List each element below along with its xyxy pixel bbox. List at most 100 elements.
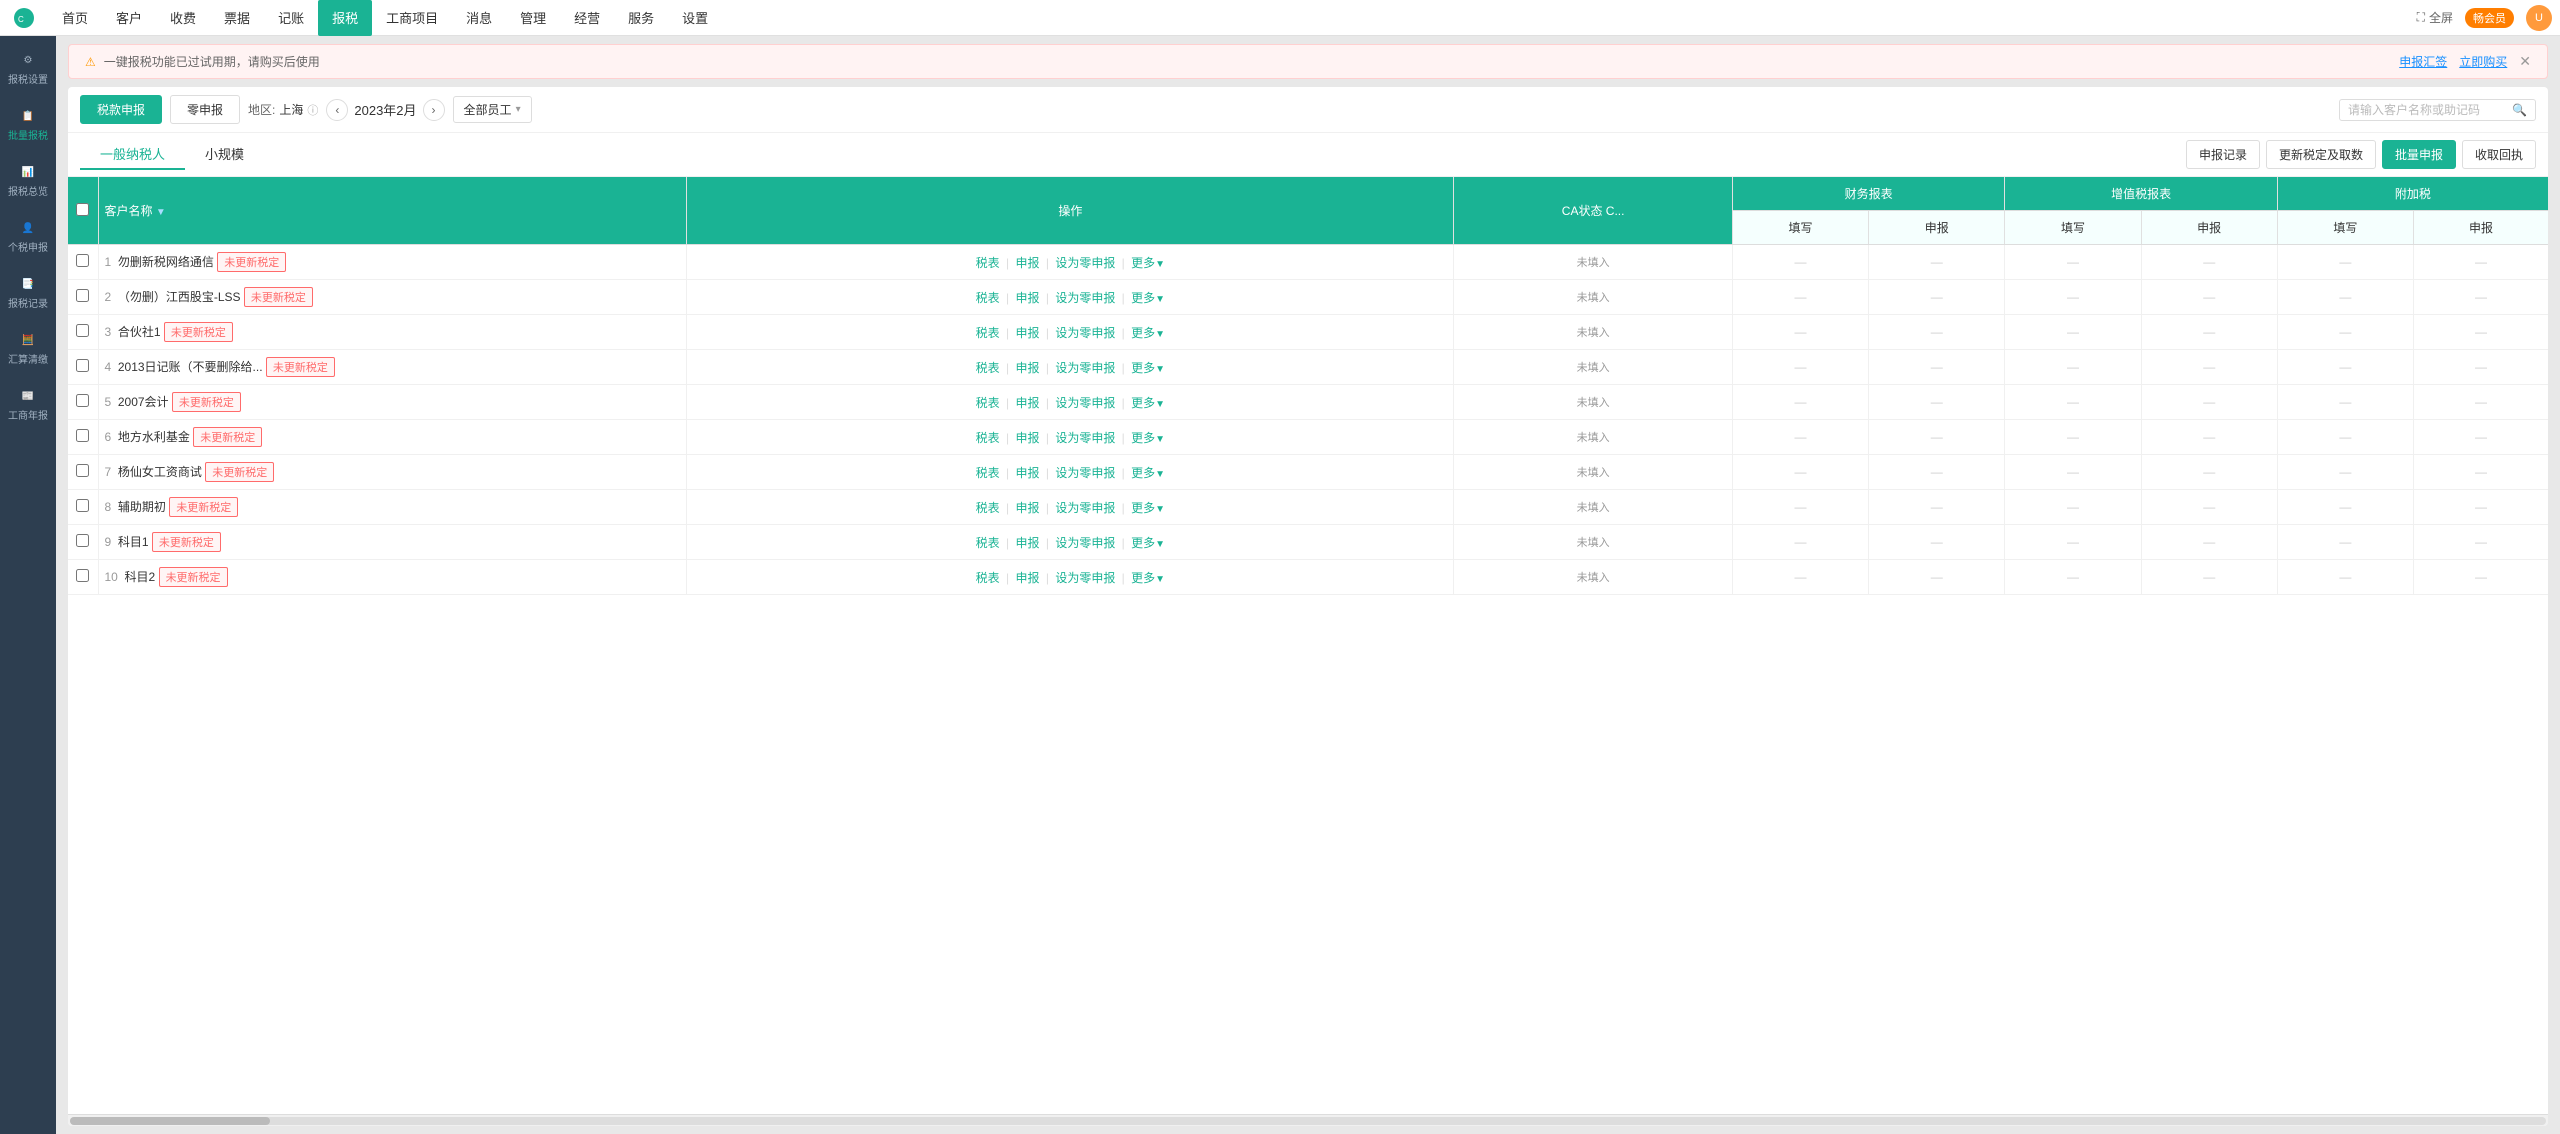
sidebar-item-personal-tax[interactable]: 👤 个税申报 xyxy=(0,208,56,264)
date-next-btn[interactable]: › xyxy=(423,99,445,121)
op-declare[interactable]: 申报 xyxy=(1015,256,1039,270)
row-checkbox[interactable] xyxy=(76,324,89,337)
op-more[interactable]: 更多▼ xyxy=(1131,501,1165,515)
op-tax-form[interactable]: 税表 xyxy=(976,361,1000,375)
op-more[interactable]: 更多▼ xyxy=(1131,361,1165,375)
tab-zero-declare[interactable]: 零申报 xyxy=(170,95,240,124)
nav-tax[interactable]: 报税 xyxy=(318,0,372,36)
fullscreen-btn[interactable]: ⛶ 全屏 xyxy=(2417,9,2453,26)
op-declare[interactable]: 申报 xyxy=(1015,361,1039,375)
op-declare[interactable]: 申报 xyxy=(1015,431,1039,445)
row-checkbox[interactable] xyxy=(76,499,89,512)
batch-declare-btn[interactable]: 批量申报 xyxy=(2382,140,2456,169)
op-declare[interactable]: 申报 xyxy=(1015,536,1039,550)
upgrade-btn[interactable]: 畅会员 xyxy=(2465,8,2514,28)
sidebar-item-calc-clear[interactable]: 🧮 汇算清缴 xyxy=(0,320,56,376)
banner-close-btn[interactable]: ✕ xyxy=(2519,53,2531,70)
sidebar-item-tax-settings[interactable]: ⚙ 报税设置 xyxy=(0,40,56,96)
op-tax-form[interactable]: 税表 xyxy=(976,431,1000,445)
op-tax-form[interactable]: 税表 xyxy=(976,571,1000,585)
row-checkbox[interactable] xyxy=(76,289,89,302)
sidebar-batch-tax-label: 批量报税 xyxy=(8,131,48,143)
collect-receipt-btn[interactable]: 收取回执 xyxy=(2462,140,2536,169)
nav-message[interactable]: 消息 xyxy=(452,0,506,36)
op-declare[interactable]: 申报 xyxy=(1015,501,1039,515)
banner-link-buy[interactable]: 立即购买 xyxy=(2459,53,2507,70)
tab-general-taxpayer[interactable]: 一般纳税人 xyxy=(80,139,185,170)
operation-cell: 税表 | 申报 | 设为零申报 | 更多▼ xyxy=(687,315,1454,350)
search-icon[interactable]: 🔍 xyxy=(2512,103,2527,117)
sort-icon[interactable]: ▼ xyxy=(156,207,166,218)
nav-client[interactable]: 客户 xyxy=(102,0,156,36)
update-tax-btn[interactable]: 更新税定及取数 xyxy=(2266,140,2376,169)
nav-settings[interactable]: 设置 xyxy=(668,0,722,36)
nav-bookkeeping[interactable]: 记账 xyxy=(264,0,318,36)
op-tax-form[interactable]: 税表 xyxy=(976,291,1000,305)
search-input[interactable] xyxy=(2348,103,2508,117)
op-tax-form[interactable]: 税表 xyxy=(976,501,1000,515)
user-avatar[interactable]: U xyxy=(2526,5,2552,31)
select-all-checkbox[interactable] xyxy=(76,203,89,216)
op-declare[interactable]: 申报 xyxy=(1015,326,1039,340)
sidebar-item-tax-records[interactable]: 📑 报税记录 xyxy=(0,264,56,320)
nav-manage[interactable]: 管理 xyxy=(506,0,560,36)
row-checkbox[interactable] xyxy=(76,359,89,372)
op-tax-form[interactable]: 税表 xyxy=(976,396,1000,410)
op-set-zero[interactable]: 设为零申报 xyxy=(1055,466,1115,480)
op-set-zero[interactable]: 设为零申报 xyxy=(1055,291,1115,305)
nav-biz-project[interactable]: 工商项目 xyxy=(372,0,452,36)
nav-service[interactable]: 服务 xyxy=(614,0,668,36)
op-more[interactable]: 更多▼ xyxy=(1131,396,1165,410)
nav-operations[interactable]: 经营 xyxy=(560,0,614,36)
op-more[interactable]: 更多▼ xyxy=(1131,326,1165,340)
horizontal-scrollbar[interactable] xyxy=(68,1114,2548,1126)
op-declare[interactable]: 申报 xyxy=(1015,291,1039,305)
operation-header: 操作 xyxy=(687,177,1454,245)
op-declare[interactable]: 申报 xyxy=(1015,396,1039,410)
banner-link-declare[interactable]: 申报汇签 xyxy=(2399,53,2447,70)
declare-records-btn[interactable]: 申报记录 xyxy=(2186,140,2260,169)
row-checkbox[interactable] xyxy=(76,464,89,477)
op-more[interactable]: 更多▼ xyxy=(1131,571,1165,585)
sidebar-item-tax-overview[interactable]: 📊 报税总览 xyxy=(0,152,56,208)
row-checkbox[interactable] xyxy=(76,569,89,582)
scroll-thumb[interactable] xyxy=(70,1117,270,1125)
tax-fill-cell: — xyxy=(2005,385,2141,420)
op-tax-form[interactable]: 税表 xyxy=(976,256,1000,270)
op-set-zero[interactable]: 设为零申报 xyxy=(1055,536,1115,550)
biz-annual-icon: 📰 xyxy=(17,386,39,408)
op-more[interactable]: 更多▼ xyxy=(1131,466,1165,480)
op-tax-form[interactable]: 税表 xyxy=(976,536,1000,550)
row-checkbox[interactable] xyxy=(76,429,89,442)
op-more[interactable]: 更多▼ xyxy=(1131,431,1165,445)
op-set-zero[interactable]: 设为零申报 xyxy=(1055,256,1115,270)
nav-home[interactable]: 首页 xyxy=(48,0,102,36)
info-icon[interactable]: ⓘ xyxy=(307,102,318,118)
op-declare[interactable]: 申报 xyxy=(1015,571,1039,585)
op-tax-form[interactable]: 税表 xyxy=(976,326,1000,340)
op-set-zero[interactable]: 设为零申报 xyxy=(1055,361,1115,375)
op-more[interactable]: 更多▼ xyxy=(1131,536,1165,550)
sidebar-item-biz-annual[interactable]: 📰 工商年报 xyxy=(0,376,56,432)
nav-fee[interactable]: 收费 xyxy=(156,0,210,36)
row-checkbox[interactable] xyxy=(76,254,89,267)
sidebar-item-batch-tax[interactable]: 📋 批量报税 xyxy=(0,96,56,152)
op-set-zero[interactable]: 设为零申报 xyxy=(1055,326,1115,340)
op-more[interactable]: 更多▼ xyxy=(1131,291,1165,305)
op-tax-form[interactable]: 税表 xyxy=(976,466,1000,480)
toolbar-row: 税款申报 零申报 地区: 上海 ⓘ ‹ 2023年2月 › 全部员工 ▾ xyxy=(68,87,2548,133)
op-set-zero[interactable]: 设为零申报 xyxy=(1055,396,1115,410)
staff-dropdown[interactable]: 全部员工 ▾ xyxy=(453,96,532,123)
tab-small-scale[interactable]: 小规模 xyxy=(185,139,264,170)
op-more[interactable]: 更多▼ xyxy=(1131,256,1165,270)
chevron-down-icon: ▾ xyxy=(516,104,521,115)
op-set-zero[interactable]: 设为零申报 xyxy=(1055,571,1115,585)
op-declare[interactable]: 申报 xyxy=(1015,466,1039,480)
nav-invoice[interactable]: 票据 xyxy=(210,0,264,36)
op-set-zero[interactable]: 设为零申报 xyxy=(1055,501,1115,515)
op-set-zero[interactable]: 设为零申报 xyxy=(1055,431,1115,445)
row-checkbox[interactable] xyxy=(76,534,89,547)
row-checkbox[interactable] xyxy=(76,394,89,407)
date-prev-btn[interactable]: ‹ xyxy=(326,99,348,121)
tab-declare[interactable]: 税款申报 xyxy=(80,95,162,124)
